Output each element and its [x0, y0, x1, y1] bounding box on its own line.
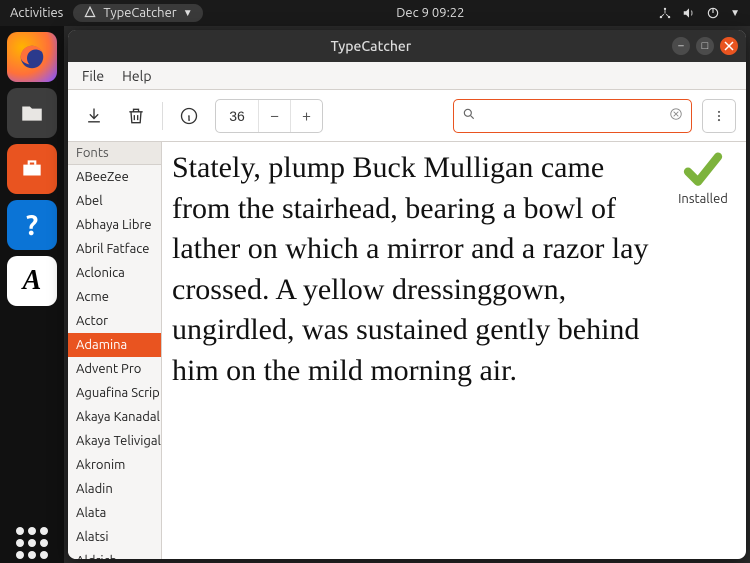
font-list-item[interactable]: Abhaya Libre	[68, 213, 161, 237]
installed-badge: Installed	[668, 150, 738, 206]
preview-text: Stately, plump Buck Mulligan came from t…	[172, 148, 652, 391]
search-field[interactable]	[453, 99, 692, 133]
installed-label: Installed	[678, 192, 728, 206]
font-list-item[interactable]: Adamina	[68, 333, 161, 357]
typecatcher-window: TypeCatcher – □ File Help	[68, 30, 746, 559]
chevron-down-icon: ▼	[183, 7, 193, 19]
font-list-item[interactable]: Akaya Telivigal	[68, 429, 161, 453]
window-titlebar[interactable]: TypeCatcher – □	[68, 30, 746, 62]
font-list-item[interactable]: Aladin	[68, 477, 161, 501]
font-list-item[interactable]: Akaya Kanadal	[68, 405, 161, 429]
toolbar-separator	[162, 102, 163, 130]
font-size-increase-button[interactable]: +	[290, 100, 322, 132]
font-list-item[interactable]: Alatsi	[68, 525, 161, 549]
download-font-button[interactable]	[78, 100, 110, 132]
network-icon[interactable]	[658, 6, 672, 20]
power-icon[interactable]	[706, 6, 720, 20]
dock: ? A	[0, 26, 64, 563]
font-list-item[interactable]: Actor	[68, 309, 161, 333]
gnome-topbar: Activities TypeCatcher ▼ Dec 9 09:22 ▼	[0, 0, 750, 26]
search-icon	[462, 107, 476, 125]
active-app-indicator[interactable]: TypeCatcher ▼	[73, 4, 202, 22]
window-minimize-button[interactable]: –	[672, 37, 690, 55]
font-size-control: − +	[215, 99, 323, 133]
dock-firefox[interactable]	[7, 32, 57, 82]
fonts-sidebar: Fonts ABeeZeeAbelAbhaya LibreAbril Fatfa…	[68, 142, 162, 559]
clear-search-button[interactable]	[669, 107, 683, 125]
dock-software[interactable]	[7, 144, 57, 194]
delete-font-button[interactable]	[120, 100, 152, 132]
font-list-item[interactable]: Aclonica	[68, 261, 161, 285]
app-icon	[83, 6, 97, 20]
volume-icon[interactable]	[682, 6, 696, 20]
font-list-item[interactable]: Abel	[68, 189, 161, 213]
menubar: File Help	[68, 62, 746, 90]
dock-typecatcher[interactable]: A	[7, 256, 57, 306]
fonts-list[interactable]: ABeeZeeAbelAbhaya LibreAbril FatfaceAclo…	[68, 165, 161, 559]
toolbar: − +	[68, 90, 746, 142]
menu-file[interactable]: File	[74, 66, 112, 86]
font-list-item[interactable]: Akronim	[68, 453, 161, 477]
active-app-name: TypeCatcher	[103, 6, 176, 20]
preview-pane: Stately, plump Buck Mulligan came from t…	[162, 142, 746, 559]
font-list-item[interactable]: ABeeZee	[68, 165, 161, 189]
info-button[interactable]	[173, 100, 205, 132]
font-list-item[interactable]: Aldrich	[68, 549, 161, 559]
font-list-item[interactable]: Abril Fatface	[68, 237, 161, 261]
font-list-item[interactable]: Acme	[68, 285, 161, 309]
app-menu-button[interactable]	[702, 99, 736, 133]
clock[interactable]: Dec 9 09:22	[396, 6, 464, 20]
dock-help[interactable]: ?	[7, 200, 57, 250]
activities-button[interactable]: Activities	[10, 6, 63, 20]
font-size-decrease-button[interactable]: −	[258, 100, 290, 132]
window-maximize-button[interactable]: □	[696, 37, 714, 55]
show-applications-button[interactable]	[12, 523, 52, 563]
font-list-item[interactable]: Aguafina Scrip	[68, 381, 161, 405]
window-title: TypeCatcher	[76, 38, 666, 54]
dock-files[interactable]	[7, 88, 57, 138]
fonts-sidebar-header: Fonts	[68, 142, 161, 165]
font-size-input[interactable]	[216, 108, 258, 124]
window-close-button[interactable]	[720, 37, 738, 55]
font-list-item[interactable]: Alata	[68, 501, 161, 525]
check-icon	[683, 150, 723, 190]
menu-help[interactable]: Help	[114, 66, 159, 86]
search-input[interactable]	[482, 108, 663, 124]
system-menu-chevron-icon[interactable]: ▼	[730, 7, 740, 19]
font-list-item[interactable]: Advent Pro	[68, 357, 161, 381]
